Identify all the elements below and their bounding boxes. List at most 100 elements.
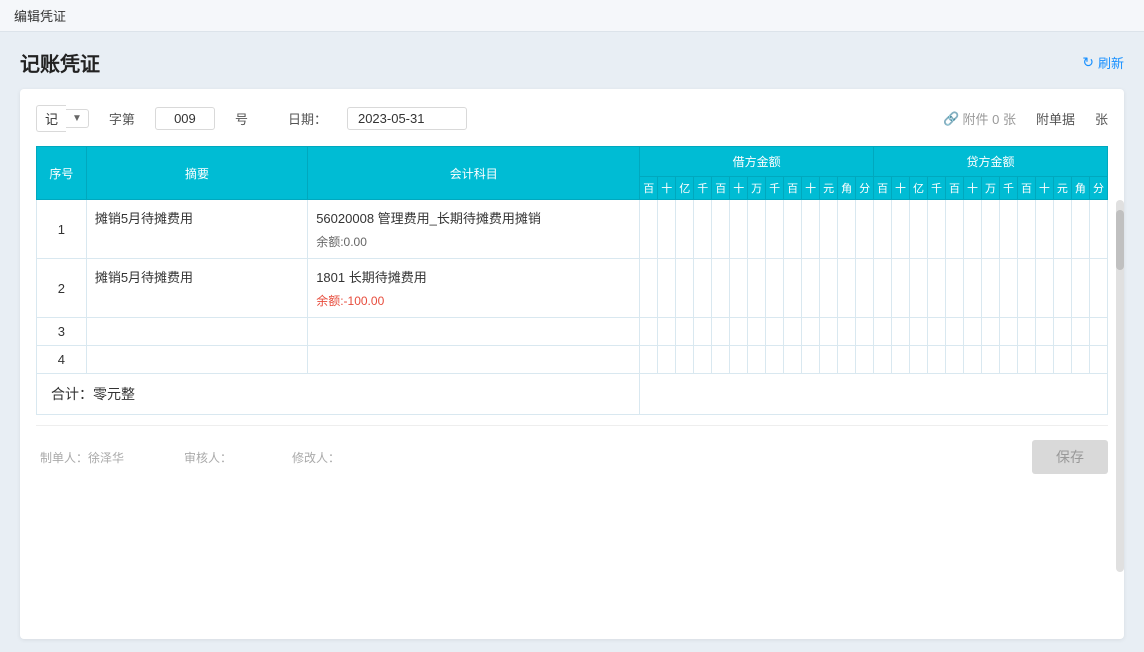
cell-credit-amount[interactable] — [1035, 318, 1053, 346]
cell-credit-amount[interactable] — [910, 259, 928, 318]
cell-credit-amount[interactable] — [981, 200, 999, 259]
cell-debit-amount[interactable] — [856, 346, 874, 374]
cell-debit-amount[interactable] — [820, 318, 838, 346]
cell-debit-amount[interactable] — [748, 346, 766, 374]
cell-debit-amount[interactable] — [820, 259, 838, 318]
cell-credit-amount[interactable] — [1017, 259, 1035, 318]
cell-debit-amount[interactable] — [730, 346, 748, 374]
cell-credit-amount[interactable] — [999, 346, 1017, 374]
cell-debit-amount[interactable] — [694, 346, 712, 374]
refresh-button[interactable]: ↻ 刷新 — [1082, 53, 1124, 72]
cell-credit-amount[interactable] — [981, 318, 999, 346]
cell-debit-amount[interactable] — [766, 200, 784, 259]
cell-debit-amount[interactable] — [802, 346, 820, 374]
cell-summary[interactable] — [86, 318, 307, 346]
cell-debit-amount[interactable] — [640, 259, 658, 318]
cell-debit-amount[interactable] — [820, 200, 838, 259]
cell-credit-amount[interactable] — [999, 318, 1017, 346]
cell-credit-amount[interactable] — [1017, 318, 1035, 346]
cell-credit-amount[interactable] — [1017, 200, 1035, 259]
cell-credit-amount[interactable] — [1071, 200, 1089, 259]
cell-debit-amount[interactable] — [658, 200, 676, 259]
cell-credit-amount[interactable] — [1053, 346, 1071, 374]
cell-debit-amount[interactable] — [856, 259, 874, 318]
zi-number-input[interactable] — [155, 107, 215, 130]
cell-credit-amount[interactable] — [946, 318, 964, 346]
cell-account[interactable] — [308, 318, 640, 346]
date-input[interactable] — [347, 107, 467, 130]
cell-debit-amount[interactable] — [730, 318, 748, 346]
attach-link[interactable]: 🔗 附件 0 张 — [943, 109, 1016, 128]
cell-debit-amount[interactable] — [658, 259, 676, 318]
cell-credit-amount[interactable] — [1071, 259, 1089, 318]
cell-credit-amount[interactable] — [892, 259, 910, 318]
cell-summary[interactable] — [86, 346, 307, 374]
cell-credit-amount[interactable] — [874, 346, 892, 374]
cell-account[interactable] — [308, 346, 640, 374]
cell-credit-amount[interactable] — [892, 200, 910, 259]
cell-debit-amount[interactable] — [712, 259, 730, 318]
cell-summary[interactable]: 摊销5月待摊费用 — [86, 200, 307, 259]
voucher-type-select[interactable]: 记 ▼ — [36, 105, 89, 132]
cell-account[interactable]: 56020008 管理费用_长期待摊费用摊销余额:0.00 — [308, 200, 640, 259]
cell-credit-amount[interactable] — [910, 318, 928, 346]
cell-debit-amount[interactable] — [676, 259, 694, 318]
cell-debit-amount[interactable] — [694, 318, 712, 346]
cell-debit-amount[interactable] — [640, 318, 658, 346]
cell-credit-amount[interactable] — [946, 259, 964, 318]
cell-credit-amount[interactable] — [910, 346, 928, 374]
attach-doc-button[interactable]: 附单据 — [1036, 109, 1075, 128]
cell-debit-amount[interactable] — [748, 200, 766, 259]
cell-summary[interactable]: 摊销5月待摊费用 — [86, 259, 307, 318]
cell-debit-amount[interactable] — [838, 318, 856, 346]
cell-credit-amount[interactable] — [964, 200, 982, 259]
cell-debit-amount[interactable] — [802, 318, 820, 346]
cell-debit-amount[interactable] — [712, 318, 730, 346]
cell-debit-amount[interactable] — [748, 318, 766, 346]
cell-debit-amount[interactable] — [820, 346, 838, 374]
scrollbar[interactable] — [1116, 200, 1124, 572]
cell-credit-amount[interactable] — [981, 259, 999, 318]
cell-credit-amount[interactable] — [910, 200, 928, 259]
cell-debit-amount[interactable] — [712, 200, 730, 259]
cell-debit-amount[interactable] — [640, 346, 658, 374]
cell-credit-amount[interactable] — [874, 200, 892, 259]
cell-debit-amount[interactable] — [658, 318, 676, 346]
cell-credit-amount[interactable] — [964, 259, 982, 318]
cell-credit-amount[interactable] — [946, 200, 964, 259]
cell-credit-amount[interactable] — [1017, 346, 1035, 374]
cell-debit-amount[interactable] — [676, 318, 694, 346]
cell-credit-amount[interactable] — [1089, 200, 1107, 259]
cell-debit-amount[interactable] — [784, 318, 802, 346]
cell-debit-amount[interactable] — [694, 200, 712, 259]
cell-debit-amount[interactable] — [658, 346, 676, 374]
scrollbar-thumb[interactable] — [1116, 210, 1124, 270]
cell-credit-amount[interactable] — [874, 318, 892, 346]
save-button[interactable]: 保存 — [1032, 440, 1108, 474]
cell-credit-amount[interactable] — [1089, 259, 1107, 318]
cell-credit-amount[interactable] — [946, 346, 964, 374]
cell-debit-amount[interactable] — [676, 346, 694, 374]
cell-debit-amount[interactable] — [784, 200, 802, 259]
cell-credit-amount[interactable] — [964, 318, 982, 346]
cell-debit-amount[interactable] — [766, 318, 784, 346]
cell-credit-amount[interactable] — [928, 200, 946, 259]
cell-credit-amount[interactable] — [1089, 318, 1107, 346]
cell-debit-amount[interactable] — [712, 346, 730, 374]
cell-debit-amount[interactable] — [802, 259, 820, 318]
cell-credit-amount[interactable] — [999, 200, 1017, 259]
cell-debit-amount[interactable] — [784, 346, 802, 374]
cell-credit-amount[interactable] — [1071, 318, 1089, 346]
cell-debit-amount[interactable] — [640, 200, 658, 259]
cell-credit-amount[interactable] — [928, 346, 946, 374]
cell-debit-amount[interactable] — [694, 259, 712, 318]
cell-credit-amount[interactable] — [928, 318, 946, 346]
cell-debit-amount[interactable] — [838, 346, 856, 374]
cell-credit-amount[interactable] — [964, 346, 982, 374]
cell-debit-amount[interactable] — [766, 346, 784, 374]
cell-debit-amount[interactable] — [856, 200, 874, 259]
cell-credit-amount[interactable] — [1053, 200, 1071, 259]
cell-credit-amount[interactable] — [874, 259, 892, 318]
cell-credit-amount[interactable] — [999, 259, 1017, 318]
cell-credit-amount[interactable] — [1035, 259, 1053, 318]
